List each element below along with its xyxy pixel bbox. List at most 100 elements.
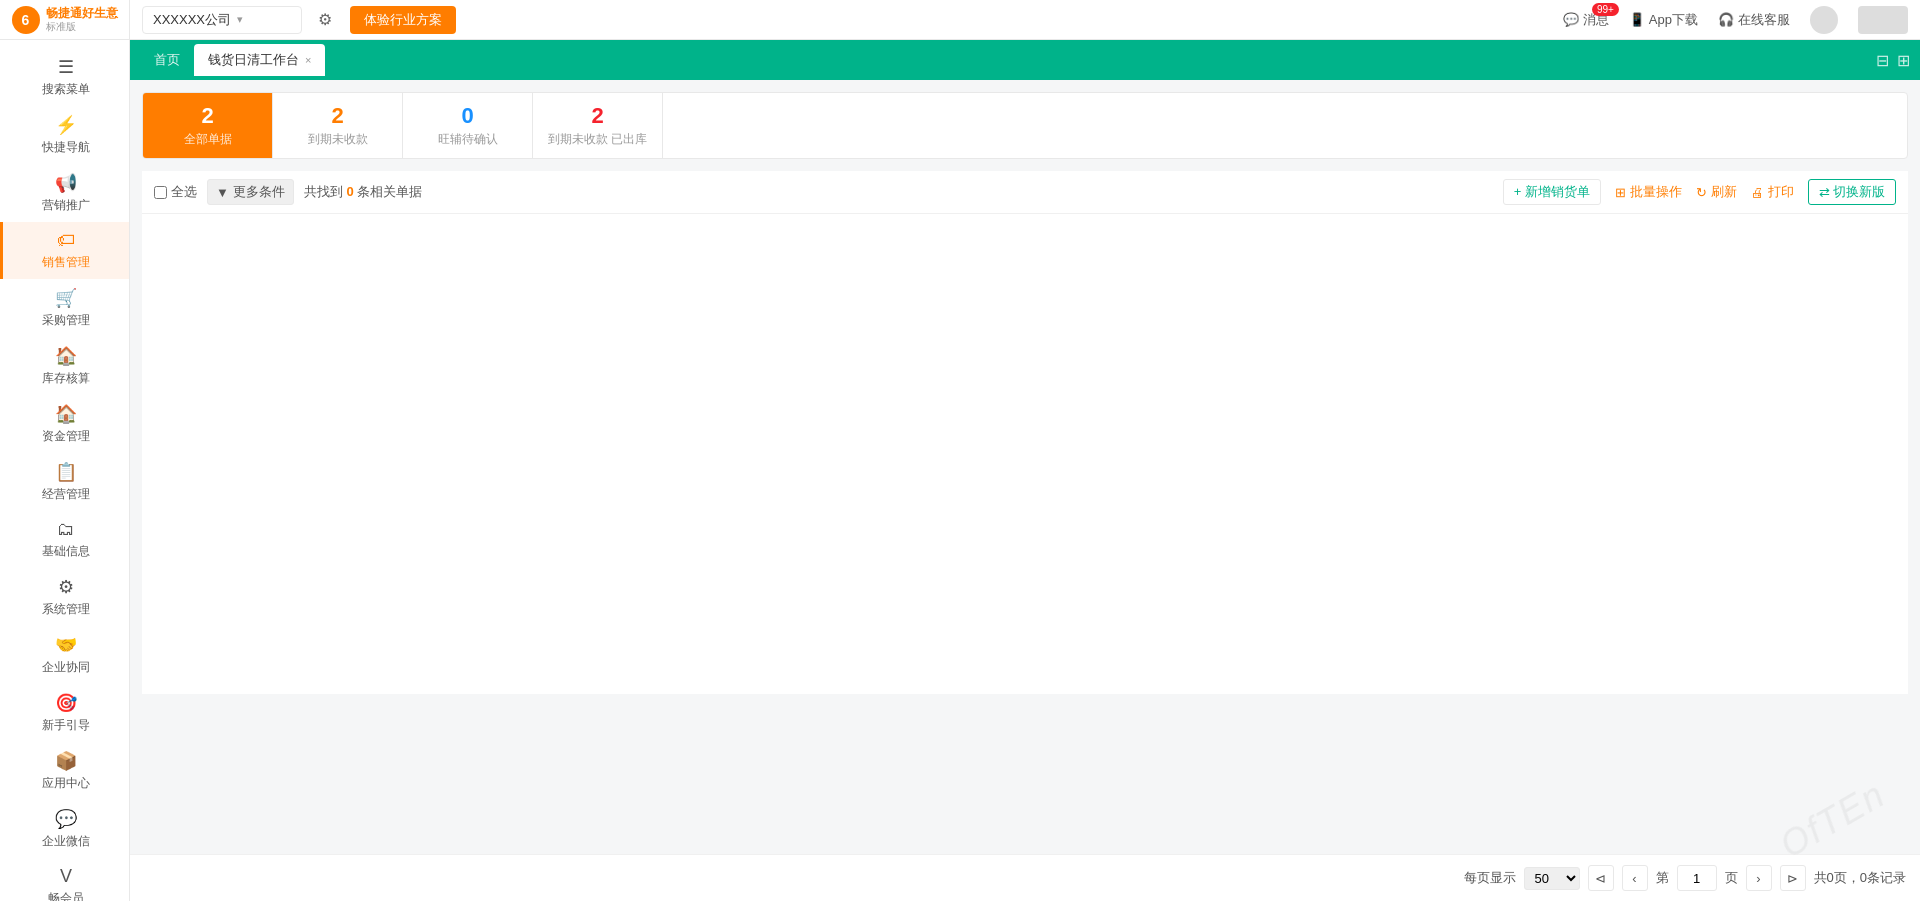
online-service-action[interactable]: 🎧 在线客服 (1718, 11, 1790, 29)
stat-number-overdue-out: 2 (547, 103, 648, 129)
sidebar: 6 畅捷通好生意 标准版 ☰搜索菜单⚡快捷导航📢营销推广🏷销售管理🛒采购管理🏠库… (0, 0, 130, 901)
stat-tab-overdue-out[interactable]: 2到期未收款 已出库 (533, 93, 663, 158)
message-action[interactable]: 💬 消息 99+ (1563, 11, 1609, 29)
tab-bar-actions: ⊟ ⊞ (1876, 51, 1910, 70)
stat-label-all: 全部单据 (157, 131, 258, 148)
member-label: 畅会员 (48, 890, 84, 901)
logo-icon: 6 (12, 6, 40, 34)
system-label: 系统管理 (42, 601, 90, 618)
quick-nav-icon: ⚡ (55, 114, 77, 136)
header-right: 💬 消息 99+ 📱 App下载 🎧 在线客服 (1563, 6, 1908, 34)
operation-icon: 📋 (55, 461, 77, 483)
trial-button[interactable]: 体验行业方案 (350, 6, 456, 34)
wechat-icon: 💬 (55, 808, 77, 830)
sidebar-item-wechat[interactable]: 💬 企业微信 (0, 800, 129, 858)
wechat-label: 企业微信 (42, 833, 90, 850)
select-all-label: 全选 (171, 183, 197, 201)
sidebar-item-quick-nav[interactable]: ⚡ 快捷导航 (0, 106, 129, 164)
prev-page-button[interactable]: ‹ (1622, 865, 1648, 891)
sidebar-nav: ☰搜索菜单 ⚡ 快捷导航 📢 营销推广 🏷 销售管理 🛒 采购管理 🏠 库存核算 🏠资金管理 📋 经营管理… (0, 40, 129, 901)
company-selector[interactable]: XXXXXX公司 ▾ (142, 6, 302, 34)
next-page-button[interactable]: › (1746, 865, 1772, 891)
settings-icon[interactable]: ⚙ (310, 5, 340, 35)
tab-maximize-icon[interactable]: ⊞ (1897, 51, 1910, 70)
filter-icon: ▼ (216, 185, 229, 200)
app-center-label: 应用中心 (42, 775, 90, 792)
tab-minimize-icon[interactable]: ⊟ (1876, 51, 1889, 70)
app-download-label: App下载 (1649, 11, 1698, 29)
toolbar: 全选 ▼ 更多条件 共找到 0 条相关单据 + 新增销货单 ⊞ 批量操作 ↻ 刷… (142, 171, 1908, 214)
marketing-icon: 📢 (55, 172, 77, 194)
switch-version-button[interactable]: ⇄ 切换新版 (1808, 179, 1896, 205)
company-dropdown-icon: ▾ (237, 13, 243, 26)
sidebar-item-purchase[interactable]: 🛒 采购管理 (0, 279, 129, 337)
sidebar-item-sales[interactable]: 🏷 销售管理 (0, 222, 129, 279)
sales-icon: 🏷 (57, 230, 75, 251)
cooperation-label: 企业协同 (42, 659, 90, 676)
switch-icon: ⇄ (1819, 185, 1830, 200)
batch-ops-action[interactable]: ⊞ 批量操作 (1615, 183, 1682, 201)
inventory-icon: 🏠 (55, 345, 77, 367)
stat-label-overdue: 到期未收款 (287, 131, 388, 148)
stat-tab-all[interactable]: 2全部单据 (143, 93, 273, 158)
message-icon: 💬 (1563, 12, 1579, 27)
stat-tab-overdue[interactable]: 2 到期未收款 (273, 93, 403, 158)
user-info[interactable] (1858, 6, 1908, 34)
select-all-checkbox[interactable]: 全选 (154, 183, 197, 201)
online-service-label: 在线客服 (1738, 11, 1790, 29)
per-page-select[interactable]: 50 100 200 (1524, 867, 1580, 890)
guide-icon: 🎯 (55, 692, 77, 714)
page-suffix: 页 (1725, 869, 1738, 887)
sidebar-item-basic[interactable]: 🗂基础信息 (0, 511, 129, 568)
sidebar-item-member[interactable]: V畅会员 (0, 858, 129, 901)
tab-home[interactable]: 首页 (140, 44, 194, 76)
page-input[interactable] (1677, 865, 1717, 891)
sidebar-item-inventory[interactable]: 🏠 库存核算 (0, 337, 129, 395)
quick-nav-label: 快捷导航 (42, 139, 90, 156)
last-page-button[interactable]: ⊳ (1780, 865, 1806, 891)
refresh-action[interactable]: ↻ 刷新 (1696, 183, 1737, 201)
top-header: XXXXXX公司 ▾ ⚙ 体验行业方案 💬 消息 99+ 📱 App下载 🎧 在… (130, 0, 1920, 40)
sales-label: 销售管理 (42, 254, 90, 271)
purchase-icon: 🛒 (55, 287, 77, 309)
sidebar-item-app-center[interactable]: 📦应用中心 (0, 742, 129, 800)
filter-button[interactable]: ▼ 更多条件 (207, 179, 294, 205)
stat-tab-pending[interactable]: 0旺辅待确认 (403, 93, 533, 158)
toolbar-right: + 新增销货单 ⊞ 批量操作 ↻ 刷新 🖨 打印 ⇄ 切换新版 (1503, 179, 1896, 205)
found-count: 0 (347, 184, 354, 199)
sidebar-item-marketing[interactable]: 📢 营销推广 (0, 164, 129, 222)
refresh-icon: ↻ (1696, 185, 1707, 200)
sidebar-item-guide[interactable]: 🎯 新手引导 (0, 684, 129, 742)
capital-label: 资金管理 (42, 428, 90, 445)
batch-ops-icon: ⊞ (1615, 185, 1626, 200)
print-action[interactable]: 🖨 打印 (1751, 183, 1794, 201)
select-all-input[interactable] (154, 186, 167, 199)
sidebar-item-operation[interactable]: 📋 经营管理 (0, 453, 129, 511)
operation-label: 经营管理 (42, 486, 90, 503)
tab-close-icon[interactable]: × (305, 54, 311, 66)
user-avatar[interactable] (1810, 6, 1838, 34)
sidebar-item-cooperation[interactable]: 🤝 企业协同 (0, 626, 129, 684)
new-sale-button[interactable]: + 新增销货单 (1503, 179, 1601, 205)
tab-active[interactable]: 钱货日清工作台 × (194, 44, 325, 76)
page-label: 第 (1656, 869, 1669, 887)
sidebar-item-system[interactable]: ⚙ 系统管理 (0, 568, 129, 626)
system-icon: ⚙ (58, 576, 74, 598)
stat-number-overdue: 2 (287, 103, 388, 129)
purchase-label: 采购管理 (42, 312, 90, 329)
first-page-button[interactable]: ⊲ (1588, 865, 1614, 891)
message-badge: 99+ (1592, 3, 1619, 16)
inventory-label: 库存核算 (42, 370, 90, 387)
found-text: 共找到 0 条相关单据 (304, 183, 422, 201)
sidebar-item-capital[interactable]: 🏠资金管理 (0, 395, 129, 453)
guide-label: 新手引导 (42, 717, 90, 734)
table-area: 全选 ▼ 更多条件 共找到 0 条相关单据 + 新增销货单 ⊞ 批量操作 ↻ 刷… (142, 171, 1908, 694)
basic-label: 基础信息 (42, 543, 90, 560)
sidebar-item-search-menu[interactable]: ☰搜索菜单 (0, 48, 129, 106)
batch-ops-label: 批量操作 (1630, 183, 1682, 201)
cooperation-icon: 🤝 (55, 634, 77, 656)
search-menu-label: 搜索菜单 (42, 81, 90, 98)
app-download-action[interactable]: 📱 App下载 (1629, 11, 1698, 29)
marketing-label: 营销推广 (42, 197, 90, 214)
stat-number-pending: 0 (417, 103, 518, 129)
